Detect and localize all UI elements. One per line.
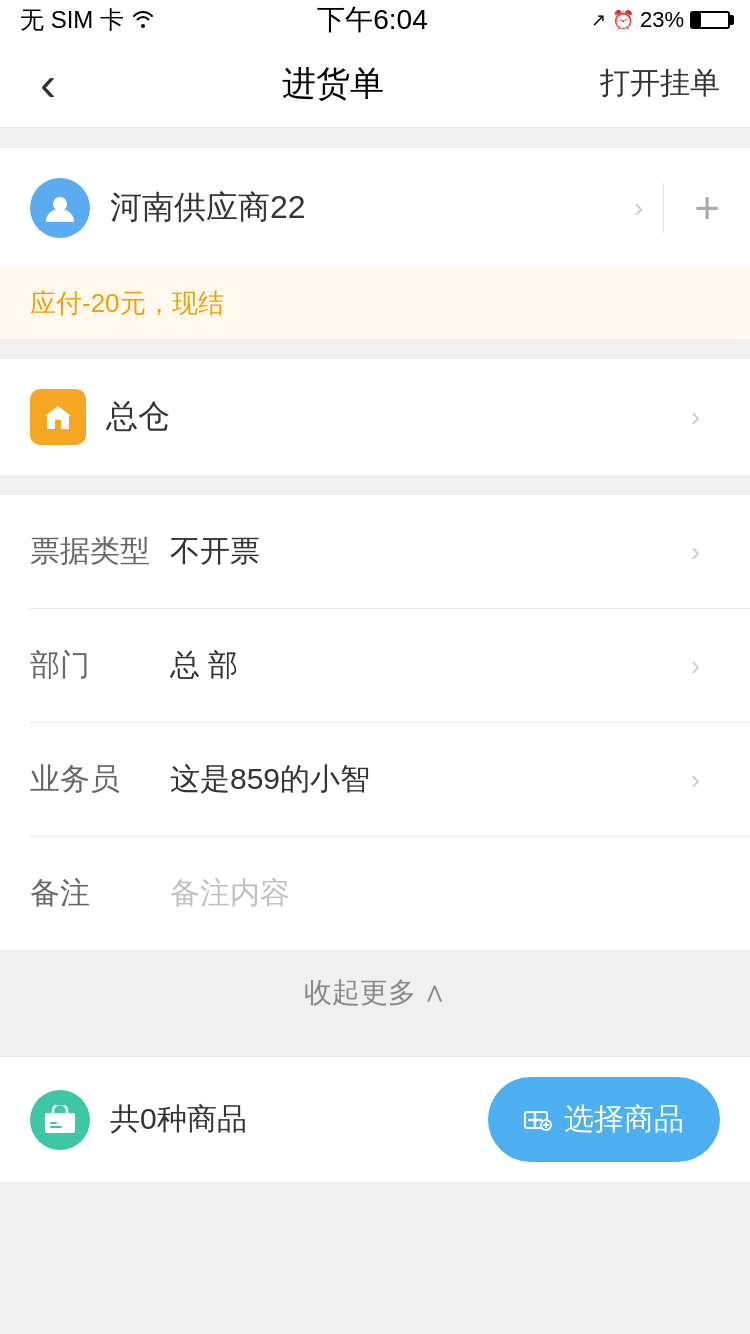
invoice-row[interactable]: 票据类型 不开票 › [0,495,750,608]
location-icon: ↗ [591,9,606,31]
svg-rect-4 [45,1113,75,1133]
back-button[interactable]: ‹ [30,46,66,121]
notice-text: 应付-20元，现结 [30,288,224,318]
salesperson-row[interactable]: 业务员 这是859的小智 › [0,723,750,836]
collapse-label: 收起更多 ∧ [304,974,447,1012]
battery-fill [692,13,701,27]
status-right: ↗ ⏰ 23% [591,7,730,33]
warehouse-row[interactable]: 总仓 › [0,359,750,475]
department-chevron-icon: › [691,650,700,682]
remark-label: 备注 [30,873,170,914]
status-left: 无 SIM 卡 [20,4,154,36]
supplier-card: 河南供应商22 › + 应付-20元，现结 [0,148,750,339]
warehouse-icon [30,389,86,445]
supplier-divider [663,183,664,233]
alarm-icon: ⏰ [612,9,634,31]
status-bar: 无 SIM 卡 下午6:04 ↗ ⏰ 23% [0,0,750,40]
status-time: 下午6:04 [317,1,428,39]
salesperson-label: 业务员 [30,759,170,800]
battery-percent: 23% [640,7,684,33]
salesperson-value: 这是859的小智 [170,759,691,800]
department-label: 部门 [30,645,170,686]
warehouse-card: 总仓 › [0,359,750,475]
select-product-button[interactable]: 选择商品 [488,1077,720,1162]
supplier-name: 河南供应商22 [110,186,634,230]
salesperson-chevron-icon: › [691,764,700,796]
invoice-value: 不开票 [170,531,691,572]
notice-bar: 应付-20元，现结 [0,268,750,339]
remark-row[interactable]: 备注 备注内容 [0,837,750,950]
form-card: 票据类型 不开票 › 部门 总 部 › 业务员 这是859的小智 › 备注 备注… [0,495,750,950]
section-gap-1 [0,128,750,148]
svg-rect-3 [55,420,61,429]
page-title: 进货单 [282,61,384,107]
svg-marker-2 [45,406,71,416]
products-count: 共0种商品 [110,1099,468,1140]
supplier-avatar [30,178,90,238]
invoice-label: 票据类型 [30,531,170,572]
collapse-button[interactable]: 收起更多 ∧ [0,950,750,1036]
select-product-label: 选择商品 [564,1099,684,1140]
carrier-text: 无 SIM 卡 [20,4,124,36]
remark-input[interactable]: 备注内容 [170,873,720,914]
warehouse-chevron-icon: › [691,401,700,433]
add-supplier-button[interactable]: + [694,183,720,233]
bottom-bar: 共0种商品 选择商品 [0,1056,750,1182]
supplier-row[interactable]: 河南供应商22 › + [0,148,750,268]
section-gap-3 [0,475,750,495]
supplier-chevron-icon: › [634,192,643,224]
open-pending-button[interactable]: 打开挂单 [600,63,720,104]
department-row[interactable]: 部门 总 部 › [0,609,750,722]
battery-icon [690,11,730,29]
warehouse-name: 总仓 [106,395,691,439]
department-value: 总 部 [170,645,691,686]
svg-point-0 [53,197,67,211]
gray-background [0,1182,750,1334]
wifi-icon [132,6,154,34]
section-gap-4 [0,1036,750,1056]
section-gap-2 [0,339,750,359]
invoice-chevron-icon: › [691,536,700,568]
nav-bar: ‹ 进货单 打开挂单 [0,40,750,128]
products-icon [30,1090,90,1150]
